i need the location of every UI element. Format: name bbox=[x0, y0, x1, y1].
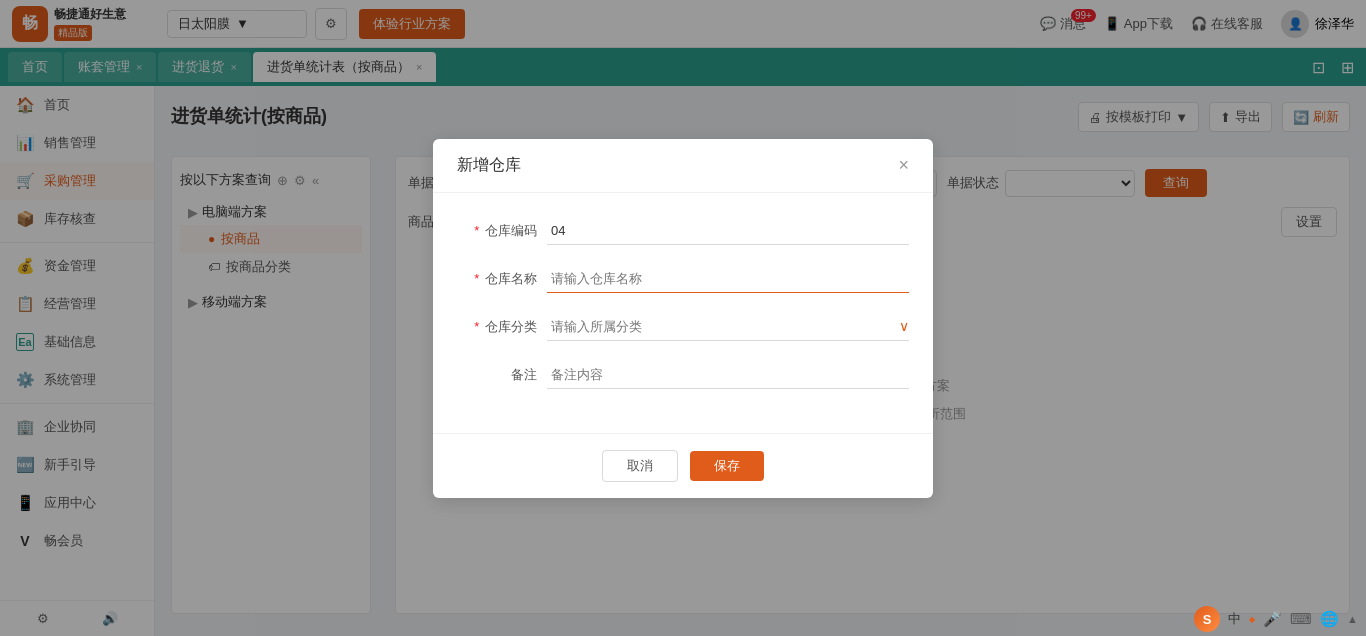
required-star-category: * bbox=[474, 319, 479, 334]
form-row-name: * 仓库名称 bbox=[457, 265, 909, 293]
remark-input[interactable] bbox=[547, 361, 909, 389]
code-label-text: 仓库编码 bbox=[485, 223, 537, 238]
warehouse-code-input[interactable] bbox=[547, 217, 909, 245]
modal-close-icon[interactable]: × bbox=[898, 155, 909, 176]
category-select-row: ∨ bbox=[547, 313, 909, 341]
bottom-chevron-icon[interactable]: ▲ bbox=[1347, 613, 1358, 625]
bottom-bar: S 中 ◆ 🎤 ⌨ 🌐 ▲ bbox=[1186, 602, 1366, 636]
form-row-code: * 仓库编码 bbox=[457, 217, 909, 245]
bottom-logo: S bbox=[1194, 606, 1220, 632]
modal-header: 新增仓库 × bbox=[433, 139, 933, 193]
name-label: * 仓库名称 bbox=[457, 270, 547, 288]
form-row-remark: 备注 bbox=[457, 361, 909, 389]
cancel-button[interactable]: 取消 bbox=[602, 450, 678, 482]
bottom-lang-icon[interactable]: 🌐 bbox=[1320, 610, 1339, 628]
warehouse-name-input[interactable] bbox=[547, 265, 909, 293]
category-input[interactable] bbox=[547, 313, 899, 340]
modal-overlay[interactable]: 新增仓库 × * 仓库编码 * 仓库名称 bbox=[0, 0, 1366, 636]
modal-new-warehouse: 新增仓库 × * 仓库编码 * 仓库名称 bbox=[433, 139, 933, 498]
code-label: * 仓库编码 bbox=[457, 222, 547, 240]
category-label-text: 仓库分类 bbox=[485, 319, 537, 334]
remark-label-text: 备注 bbox=[511, 367, 537, 382]
remark-label: 备注 bbox=[457, 366, 547, 384]
form-row-category: * 仓库分类 ∨ bbox=[457, 313, 909, 341]
modal-title: 新增仓库 bbox=[457, 155, 521, 176]
category-label: * 仓库分类 bbox=[457, 318, 547, 336]
save-button[interactable]: 保存 bbox=[690, 451, 764, 481]
category-dropdown-icon[interactable]: ∨ bbox=[899, 318, 909, 334]
bottom-keyboard-icon[interactable]: ⌨ bbox=[1290, 610, 1312, 628]
name-label-text: 仓库名称 bbox=[485, 271, 537, 286]
modal-footer: 取消 保存 bbox=[433, 433, 933, 498]
required-star-name: * bbox=[474, 271, 479, 286]
bottom-chinese-icon[interactable]: 中 bbox=[1228, 610, 1241, 628]
modal-body: * 仓库编码 * 仓库名称 * 仓库分类 bbox=[433, 193, 933, 433]
bottom-dot-icon: ◆ bbox=[1249, 615, 1255, 624]
required-star-code: * bbox=[474, 223, 479, 238]
bottom-mic-icon[interactable]: 🎤 bbox=[1263, 610, 1282, 628]
